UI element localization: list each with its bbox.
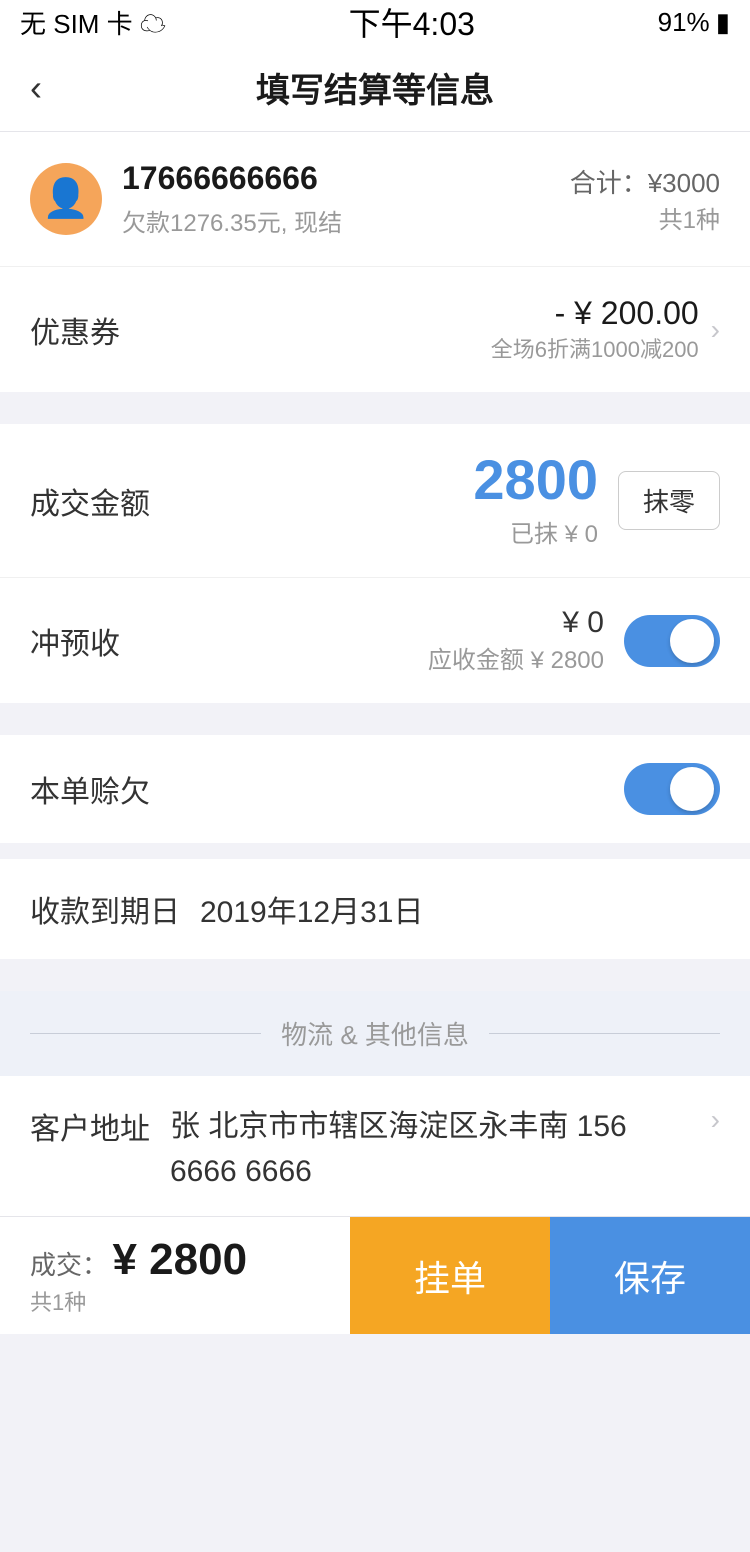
address-row[interactable]: 客户地址 张 北京市市辖区海淀区永丰南 156 6666 6666 ›	[0, 1076, 750, 1222]
amount-value: 2800	[473, 452, 598, 508]
logistics-section-header: 物流 & 其他信息	[0, 991, 750, 1076]
back-button[interactable]: ‹	[30, 67, 42, 109]
user-info: 17666666666 欠款1276.35元, 现结	[122, 160, 342, 238]
coupon-label: 优惠券	[30, 308, 120, 352]
debt-row: 本单赊欠	[0, 735, 750, 843]
content-area: 👤 17666666666 欠款1276.35元, 现结 合计：¥3000 共1…	[0, 132, 750, 1552]
debt-toggle-knob	[670, 767, 714, 811]
status-bar: 无 SIM 卡 ☁ 下午4:03 91% ▮	[0, 0, 750, 44]
bottom-info: 成交： ¥ 2800 共1种	[0, 1235, 350, 1317]
user-info-card: 👤 17666666666 欠款1276.35元, 现结 合计：¥3000 共1…	[0, 132, 750, 392]
no-sim-text: 无 SIM 卡 ☁	[20, 4, 166, 41]
header-line-left	[30, 1033, 261, 1034]
user-debt: 欠款1276.35元, 现结	[122, 203, 342, 238]
bottom-buttons: 挂单 保存	[350, 1217, 750, 1334]
user-phone: 17666666666	[122, 160, 342, 197]
address-content: 张 北京市市辖区海淀区永丰南 156 6666 6666	[170, 1104, 691, 1194]
bottom-total-row: 成交： ¥ 2800	[30, 1235, 320, 1285]
address-chevron-icon: ›	[711, 1104, 720, 1136]
coupon-info: - ¥ 200.00 全场6折满1000减200	[491, 295, 699, 364]
avatar-icon: 👤	[42, 177, 89, 221]
due-date-label: 收款到期日	[30, 887, 180, 931]
nav-bar: ‹ 填写结算等信息	[0, 44, 750, 132]
bottom-bar: 成交： ¥ 2800 共1种 挂单 保存	[0, 1216, 750, 1334]
total-label: 合计：¥3000	[570, 163, 720, 200]
section-gap-1	[0, 408, 750, 424]
save-button[interactable]: 保存	[550, 1217, 750, 1334]
transaction-label: 成交金额	[30, 479, 150, 523]
user-row: 👤 17666666666 欠款1276.35元, 现结 合计：¥3000 共1…	[0, 132, 750, 266]
coupon-right: - ¥ 200.00 全场6折满1000减200 ›	[491, 295, 720, 364]
address-label: 客户地址	[30, 1104, 150, 1148]
debt-label: 本单赊欠	[30, 767, 150, 811]
section-gap-3	[0, 975, 750, 991]
advance-right: ¥ 0 应收金额 ¥ 2800	[428, 606, 720, 675]
bottom-total-label: 成交：	[30, 1250, 108, 1280]
advance-amount: ¥ 0	[428, 606, 604, 640]
due-date-row: 收款到期日 2019年12月31日	[0, 859, 750, 959]
due-date-card: 收款到期日 2019年12月31日	[0, 859, 750, 959]
amount-sub: 已抹 ¥ 0	[510, 514, 598, 549]
total-count: 共1种	[570, 200, 720, 235]
advance-sub: 应收金额 ¥ 2800	[428, 640, 604, 675]
due-date-value: 2019年12月31日	[200, 887, 423, 931]
logistics-label: 物流 & 其他信息	[281, 1015, 469, 1052]
coupon-desc: 全场6折满1000减200	[491, 332, 699, 364]
advance-label: 冲预收	[30, 619, 120, 663]
status-right: 91% ▮	[658, 7, 730, 38]
page-title: 填写结算等信息	[256, 63, 494, 112]
battery-text: 91%	[658, 7, 710, 38]
user-left: 👤 17666666666 欠款1276.35元, 现结	[30, 160, 342, 238]
coupon-row[interactable]: 优惠券 - ¥ 200.00 全场6折满1000减200 ›	[0, 266, 750, 392]
battery-icon: ▮	[716, 7, 730, 38]
advance-amount-block: ¥ 0 应收金额 ¥ 2800	[428, 606, 604, 675]
section-gap-2	[0, 719, 750, 735]
advance-toggle[interactable]	[624, 615, 720, 667]
coupon-discount: - ¥ 200.00	[555, 295, 699, 332]
debt-toggle[interactable]	[624, 763, 720, 815]
status-time: 下午4:03	[349, 0, 475, 45]
advance-row: 冲预收 ¥ 0 应收金额 ¥ 2800	[0, 577, 750, 703]
bottom-count: 共1种	[30, 1285, 320, 1317]
user-right: 合计：¥3000 共1种	[570, 163, 720, 235]
bottom-total-amount: ¥ 2800	[112, 1235, 247, 1284]
avatar: 👤	[30, 163, 102, 235]
header-line-right	[489, 1033, 720, 1034]
amount-row: 成交金额 2800 已抹 ¥ 0 抹零	[0, 424, 750, 577]
coupon-chevron-icon: ›	[711, 314, 720, 346]
transaction-card: 成交金额 2800 已抹 ¥ 0 抹零 冲预收 ¥ 0 应收金额 ¥ 2800	[0, 424, 750, 703]
hang-button[interactable]: 挂单	[350, 1217, 550, 1334]
status-left: 无 SIM 卡 ☁	[20, 4, 166, 41]
toggle-knob	[670, 619, 714, 663]
amount-info: 2800 已抹 ¥ 0	[473, 452, 598, 549]
amount-right: 2800 已抹 ¥ 0 抹零	[473, 452, 720, 549]
round-button[interactable]: 抹零	[618, 471, 720, 530]
